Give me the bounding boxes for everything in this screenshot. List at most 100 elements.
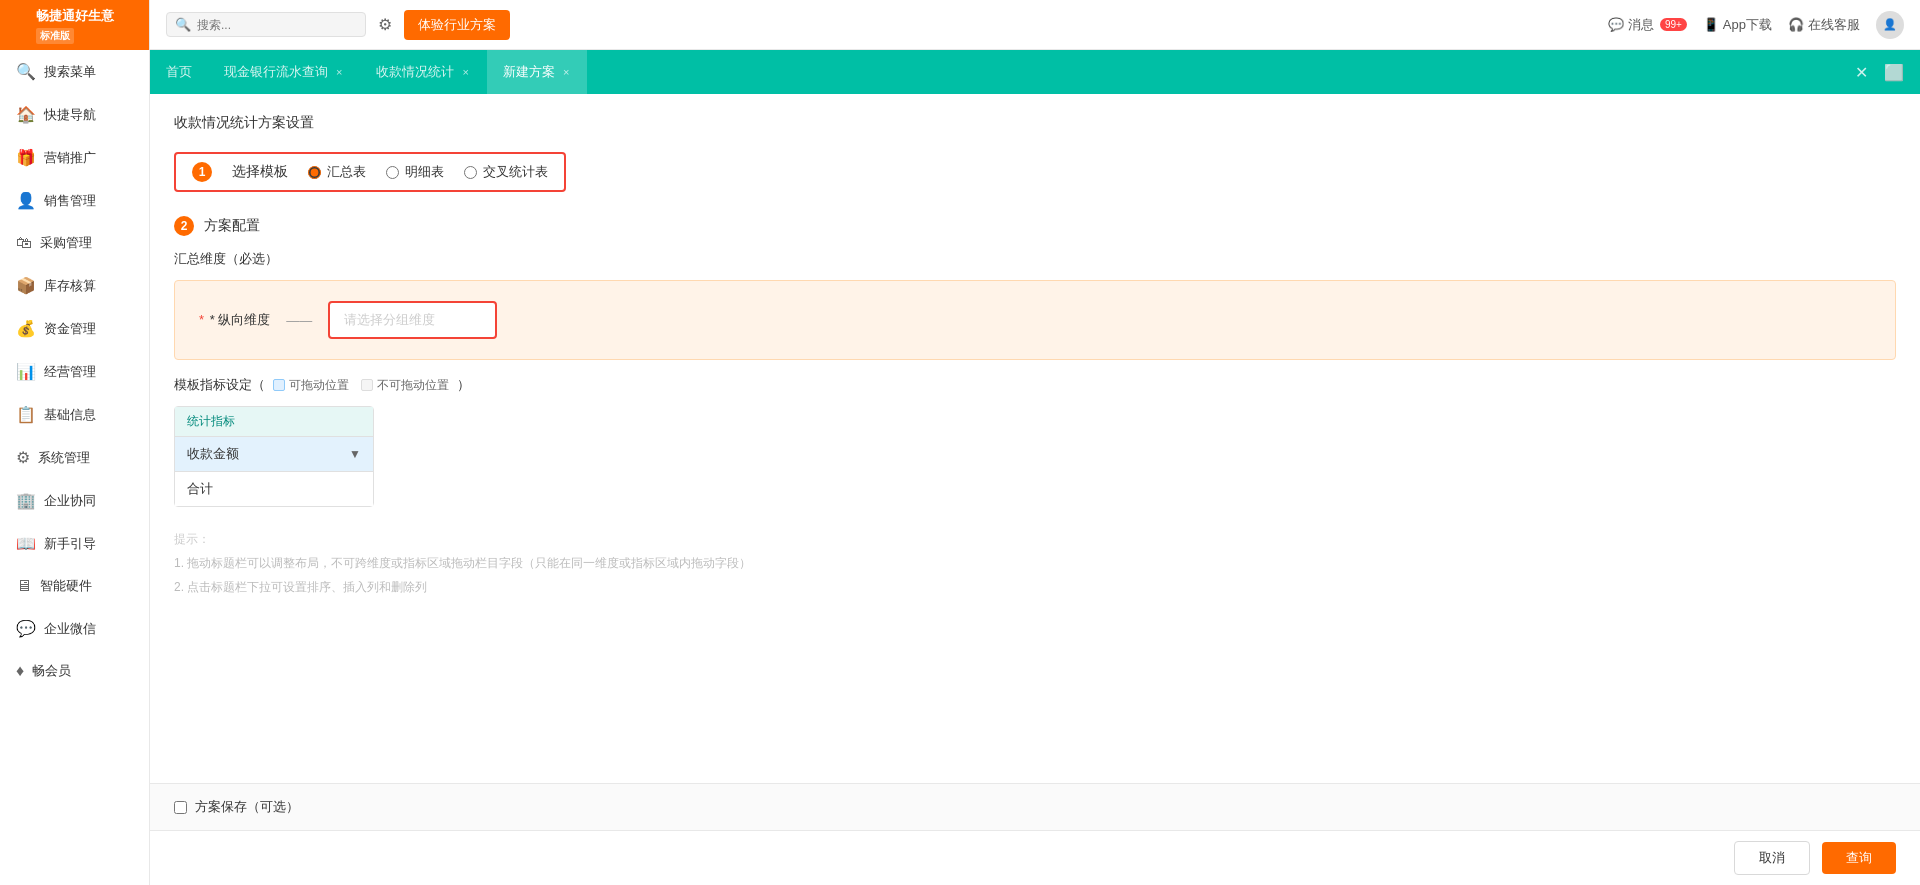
- content-area: 收款情况统计方案设置 1 选择模板 汇总表: [150, 94, 1920, 830]
- system-icon: ⚙: [16, 448, 30, 467]
- wechat-icon: 💬: [16, 619, 36, 638]
- user-avatar[interactable]: 👤: [1876, 11, 1904, 39]
- purchase-label: 采购管理: [40, 234, 92, 252]
- indicator-subtotal: 合计: [175, 472, 373, 506]
- purchase-icon: 🛍: [16, 234, 32, 252]
- save-checkbox[interactable]: [174, 801, 187, 814]
- search-label: 搜索菜单: [44, 63, 96, 81]
- radio-cross-input[interactable]: [464, 166, 477, 179]
- tabbar-actions: ✕ ⬜: [1851, 59, 1920, 86]
- radio-summary-label: 汇总表: [327, 163, 366, 181]
- movable-dot: [273, 379, 285, 391]
- cancel-button[interactable]: 取消: [1734, 841, 1810, 875]
- indicator-legend: 可拖动位置 不可拖动位置: [273, 377, 449, 394]
- indicator-category: 统计指标: [175, 407, 373, 437]
- brand-name: 畅捷通好生意: [36, 7, 114, 25]
- step1-header: 1 选择模板 汇总表 明细表: [174, 152, 1896, 192]
- member-label: 畅会员: [32, 662, 71, 680]
- save-section: 方案保存（可选）: [150, 783, 1920, 830]
- sidebar-item-search[interactable]: 🔍 搜索菜单: [0, 50, 149, 93]
- sales-label: 销售管理: [44, 192, 96, 210]
- radio-detail[interactable]: 明细表: [386, 163, 444, 181]
- maximize-icon[interactable]: ⬜: [1880, 59, 1908, 86]
- app-download-label: App下载: [1723, 16, 1772, 34]
- sidebar-item-system[interactable]: ⚙ 系统管理: [0, 436, 149, 479]
- sidebar-item-inventory[interactable]: 📦 库存核算: [0, 264, 149, 307]
- hardware-icon: 🖥: [16, 577, 32, 595]
- tips-item-1: 1. 拖动标题栏可以调整布局，不可跨维度或指标区域拖动栏目字段（只能在同一维度或…: [174, 551, 1896, 575]
- tab-receipt-stats-label: 收款情况统计: [376, 63, 454, 81]
- sidebar-item-purchase[interactable]: 🛍 采购管理: [0, 222, 149, 264]
- hardware-label: 智能硬件: [40, 577, 92, 595]
- tab-receipt-stats[interactable]: 收款情况统计 ×: [360, 50, 486, 94]
- page-title: 收款情况统计方案设置: [174, 114, 1896, 132]
- radio-detail-input[interactable]: [386, 166, 399, 179]
- operations-label: 经营管理: [44, 363, 96, 381]
- sidebar-item-fund[interactable]: 💰 资金管理: [0, 307, 149, 350]
- radio-detail-label: 明细表: [405, 163, 444, 181]
- wechat-label: 企业微信: [44, 620, 96, 638]
- fund-icon: 💰: [16, 319, 36, 338]
- inventory-icon: 📦: [16, 276, 36, 295]
- system-label: 系统管理: [38, 449, 90, 467]
- tab-receipt-stats-close[interactable]: ×: [460, 64, 470, 80]
- tab-home[interactable]: 首页: [150, 50, 208, 94]
- tab-cash-flow-close[interactable]: ×: [334, 64, 344, 80]
- sidebar-item-marketing[interactable]: 🎁 营销推广: [0, 136, 149, 179]
- main-area: 🔍 ⚙ 体验行业方案 💬 消息 99+ 📱 App下载 🎧 在线客服 👤: [150, 0, 1920, 885]
- settings-icon[interactable]: ⚙: [378, 15, 392, 34]
- headset-icon: 🎧: [1788, 17, 1804, 32]
- sidebar-item-sales[interactable]: 👤 销售管理: [0, 179, 149, 222]
- sidebar-item-quick-nav[interactable]: 🏠 快捷导航: [0, 93, 149, 136]
- sidebar-item-operations[interactable]: 📊 经营管理: [0, 350, 149, 393]
- indicator-table: 统计指标 收款金额 ▼ 合计: [174, 406, 374, 507]
- sidebar-item-basic-info[interactable]: 📋 基础信息: [0, 393, 149, 436]
- basic-info-label: 基础信息: [44, 406, 96, 424]
- industry-btn[interactable]: 体验行业方案: [404, 10, 510, 40]
- tab-new-plan-label: 新建方案: [503, 63, 555, 81]
- notice-item[interactable]: 💬 消息 99+: [1608, 16, 1687, 34]
- radio-cross[interactable]: 交叉统计表: [464, 163, 548, 181]
- search-box[interactable]: 🔍: [166, 12, 366, 37]
- sidebar-item-enterprise[interactable]: 🏢 企业协同: [0, 479, 149, 522]
- tabbar: 首页现金银行流水查询× 收款情况统计 × 新建方案 × ✕ ⬜: [150, 50, 1920, 94]
- search-input[interactable]: [197, 18, 347, 32]
- sales-icon: 👤: [16, 191, 36, 210]
- sidebar-item-hardware[interactable]: 🖥 智能硬件: [0, 565, 149, 607]
- radio-summary[interactable]: 汇总表: [308, 163, 366, 181]
- app-download-item[interactable]: 📱 App下载: [1703, 16, 1772, 34]
- search-icon: 🔍: [175, 17, 191, 32]
- notice-icon: 💬: [1608, 17, 1624, 32]
- tab-new-plan-close[interactable]: ×: [561, 64, 571, 80]
- step1-num: 1: [192, 162, 212, 182]
- indicator-settings-label: 模板指标设定（: [174, 376, 265, 394]
- radio-summary-input[interactable]: [308, 166, 321, 179]
- topbar-right: 💬 消息 99+ 📱 App下载 🎧 在线客服 👤: [1608, 11, 1904, 39]
- indicator-item-receipt[interactable]: 收款金额 ▼: [175, 437, 373, 472]
- arrow-icon: ——: [286, 313, 312, 328]
- fund-label: 资金管理: [44, 320, 96, 338]
- notice-badge: 99+: [1660, 18, 1687, 31]
- dimension-select[interactable]: 请选择分组维度: [328, 301, 497, 339]
- step2-section: 2 方案配置 汇总维度（必选） * * 纵向维度 —— 请选择分组维度: [174, 216, 1896, 599]
- query-button[interactable]: 查询: [1822, 842, 1896, 874]
- edition-badge: 标准版: [36, 28, 74, 44]
- step2-title: 方案配置: [204, 217, 260, 235]
- tab-cash-flow[interactable]: 现金银行流水查询×: [208, 50, 360, 94]
- dropdown-icon[interactable]: ▼: [349, 447, 361, 461]
- basic-info-icon: 📋: [16, 405, 36, 424]
- quick-nav-icon: 🏠: [16, 105, 36, 124]
- sidebar-logo: 畅捷通好生意 标准版: [0, 0, 149, 50]
- close-window-icon[interactable]: ✕: [1851, 59, 1872, 86]
- tips-title: 提示：: [174, 532, 210, 546]
- indicator-header-close: ）: [457, 376, 470, 394]
- sidebar-item-guide[interactable]: 📖 新手引导: [0, 522, 149, 565]
- vertical-label: * * 纵向维度: [199, 311, 270, 329]
- sidebar-item-wechat[interactable]: 💬 企业微信: [0, 607, 149, 650]
- sidebar-item-member[interactable]: ♦ 畅会员: [0, 650, 149, 692]
- tab-new-plan[interactable]: 新建方案 ×: [487, 50, 587, 94]
- fixed-label: 不可拖动位置: [377, 377, 449, 394]
- online-support-item[interactable]: 🎧 在线客服: [1788, 16, 1860, 34]
- tips-section: 提示： 1. 拖动标题栏可以调整布局，不可跨维度或指标区域拖动栏目字段（只能在同…: [174, 527, 1896, 599]
- dimension-title: 汇总维度（必选）: [174, 250, 1896, 268]
